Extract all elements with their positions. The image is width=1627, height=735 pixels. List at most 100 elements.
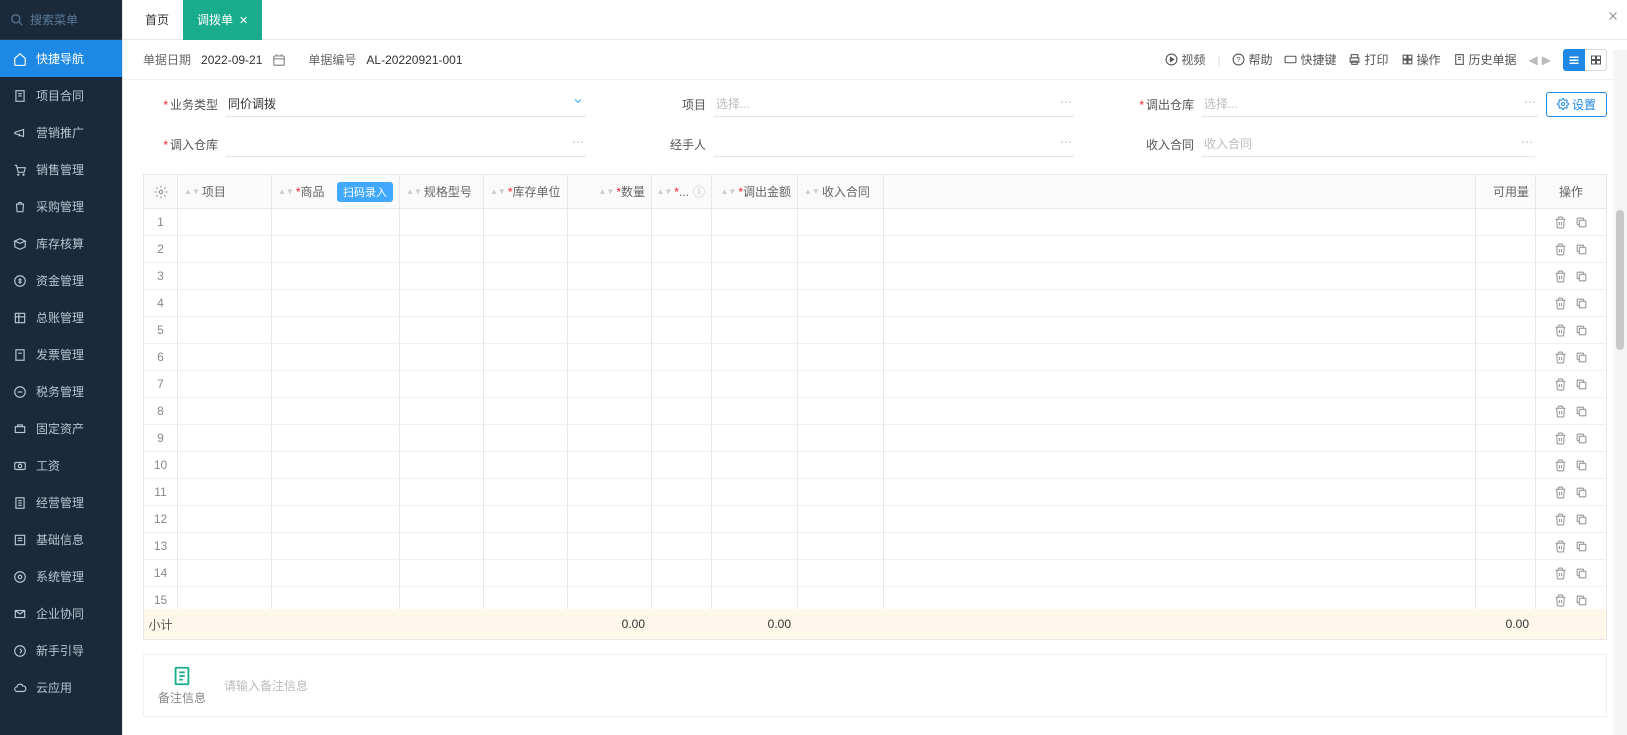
table-row[interactable]: 13 [144,533,1606,560]
table-row[interactable]: 12 [144,506,1606,533]
project-select[interactable]: 选择... ⋯ [714,91,1074,117]
copy-icon[interactable] [1575,405,1588,418]
copy-icon[interactable] [1575,513,1588,526]
copy-icon[interactable] [1575,486,1588,499]
handler-select[interactable]: ⋯ [714,131,1074,157]
gear-icon[interactable] [144,175,178,208]
tab[interactable]: 调拨单✕ [183,0,262,40]
delete-icon[interactable] [1554,378,1567,391]
copy-icon[interactable] [1575,567,1588,580]
sidebar-item-money[interactable]: 资金管理 [0,262,122,299]
col-dot[interactable]: ▲▼*...ⓘ [652,175,712,208]
sidebar-item-system[interactable]: 系统管理 [0,558,122,595]
delete-icon[interactable] [1554,405,1567,418]
close-icon[interactable] [1607,10,1619,22]
copy-icon[interactable] [1575,432,1588,445]
sidebar-item-cart[interactable]: 销售管理 [0,151,122,188]
sidebar-item-invoice[interactable]: 发票管理 [0,336,122,373]
copy-icon[interactable] [1575,459,1588,472]
sidebar-item-info[interactable]: 基础信息 [0,521,122,558]
table-row[interactable]: 14 [144,560,1606,587]
col-out-amount[interactable]: ▲▼*调出金额 [712,175,798,208]
sidebar-item-box[interactable]: 库存核算 [0,225,122,262]
settings-button[interactable]: 设置 [1546,92,1607,117]
table-row[interactable]: 5 [144,317,1606,344]
delete-icon[interactable] [1554,297,1567,310]
copy-icon[interactable] [1575,324,1588,337]
sidebar-item-bag[interactable]: 采购管理 [0,188,122,225]
table-row[interactable]: 11 [144,479,1606,506]
table-row[interactable]: 4 [144,290,1606,317]
delete-icon[interactable] [1554,324,1567,337]
sidebar-item-tax[interactable]: 税务管理 [0,373,122,410]
print-button[interactable]: 打印 [1348,51,1388,68]
table-row[interactable]: 3 [144,263,1606,290]
col-spec[interactable]: ▲▼规格型号 [400,175,484,208]
sidebar-item-ledger[interactable]: 总账管理 [0,299,122,336]
biz-type-select[interactable]: 同价调拨 [226,91,586,117]
out-warehouse-select[interactable]: 选择... ⋯ [1202,91,1538,117]
sidebar-item-cloud[interactable]: 云应用 [0,669,122,706]
delete-icon[interactable] [1554,351,1567,364]
sidebar-item-salary[interactable]: 工资 [0,447,122,484]
sidebar-item-collab[interactable]: 企业协同 [0,595,122,632]
col-in-contract[interactable]: ▲▼收入合同 [798,175,884,208]
copy-icon[interactable] [1575,594,1588,607]
copy-icon[interactable] [1575,243,1588,256]
sidebar-item-doc[interactable]: 项目合同 [0,77,122,114]
copy-icon[interactable] [1575,378,1588,391]
remarks-input[interactable] [224,679,1592,693]
operate-button[interactable]: 操作 [1401,51,1441,68]
delete-icon[interactable] [1554,243,1567,256]
copy-icon[interactable] [1575,297,1588,310]
copy-icon[interactable] [1575,540,1588,553]
table-row[interactable]: 2 [144,236,1606,263]
view-list-icon[interactable] [1563,49,1585,71]
view-grid-icon[interactable] [1585,49,1607,71]
table-row[interactable]: 7 [144,371,1606,398]
delete-icon[interactable] [1554,567,1567,580]
delete-icon[interactable] [1554,513,1567,526]
video-button[interactable]: 视频 [1165,51,1205,68]
close-icon[interactable]: ✕ [239,15,248,27]
scrollbar[interactable] [1613,50,1627,735]
table-row[interactable]: 6 [144,344,1606,371]
calendar-icon[interactable] [272,53,286,67]
copy-icon[interactable] [1575,270,1588,283]
delete-icon[interactable] [1554,486,1567,499]
col-available[interactable]: 可用量 [1476,175,1536,208]
delete-icon[interactable] [1554,459,1567,472]
copy-icon[interactable] [1575,351,1588,364]
shortcut-button[interactable]: 快捷键 [1284,51,1336,68]
table-row[interactable]: 8 [144,398,1606,425]
delete-icon[interactable] [1554,270,1567,283]
col-project[interactable]: ▲▼项目 [178,175,272,208]
sidebar-item-manage[interactable]: 经营管理 [0,484,122,521]
sidebar-item-asset[interactable]: 固定资产 [0,410,122,447]
sidebar-item-guide[interactable]: 新手引导 [0,632,122,669]
delete-icon[interactable] [1554,216,1567,229]
sidebar-item-megaphone[interactable]: 营销推广 [0,114,122,151]
delete-icon[interactable] [1554,432,1567,445]
prev-icon[interactable]: ◀ [1529,53,1538,67]
table-row[interactable]: 15 [144,587,1606,609]
col-product[interactable]: ▲▼*商品扫码录入 [272,175,400,208]
sidebar-item-home[interactable]: 快捷导航 [0,40,122,77]
col-qty[interactable]: ▲▼*数量 [568,175,652,208]
help-button[interactable]: ? 帮助 [1232,51,1272,68]
in-contract-select[interactable]: 收入合同 ⋯ [1202,131,1535,157]
tab[interactable]: 首页 [131,0,183,40]
table-row[interactable]: 9 [144,425,1606,452]
next-icon[interactable]: ▶ [1542,53,1551,67]
search-menu[interactable]: 搜索菜单 [0,0,122,40]
col-unit[interactable]: ▲▼*库存单位 [484,175,568,208]
in-warehouse-select[interactable]: ⋯ [226,131,586,157]
table-row[interactable]: 10 [144,452,1606,479]
copy-icon[interactable] [1575,216,1588,229]
history-button[interactable]: 历史单据 [1453,51,1517,68]
scan-badge[interactable]: 扫码录入 [337,182,393,202]
date-value[interactable]: 2022-09-21 [201,53,262,67]
delete-icon[interactable] [1554,540,1567,553]
table-row[interactable]: 1 [144,209,1606,236]
delete-icon[interactable] [1554,594,1567,607]
